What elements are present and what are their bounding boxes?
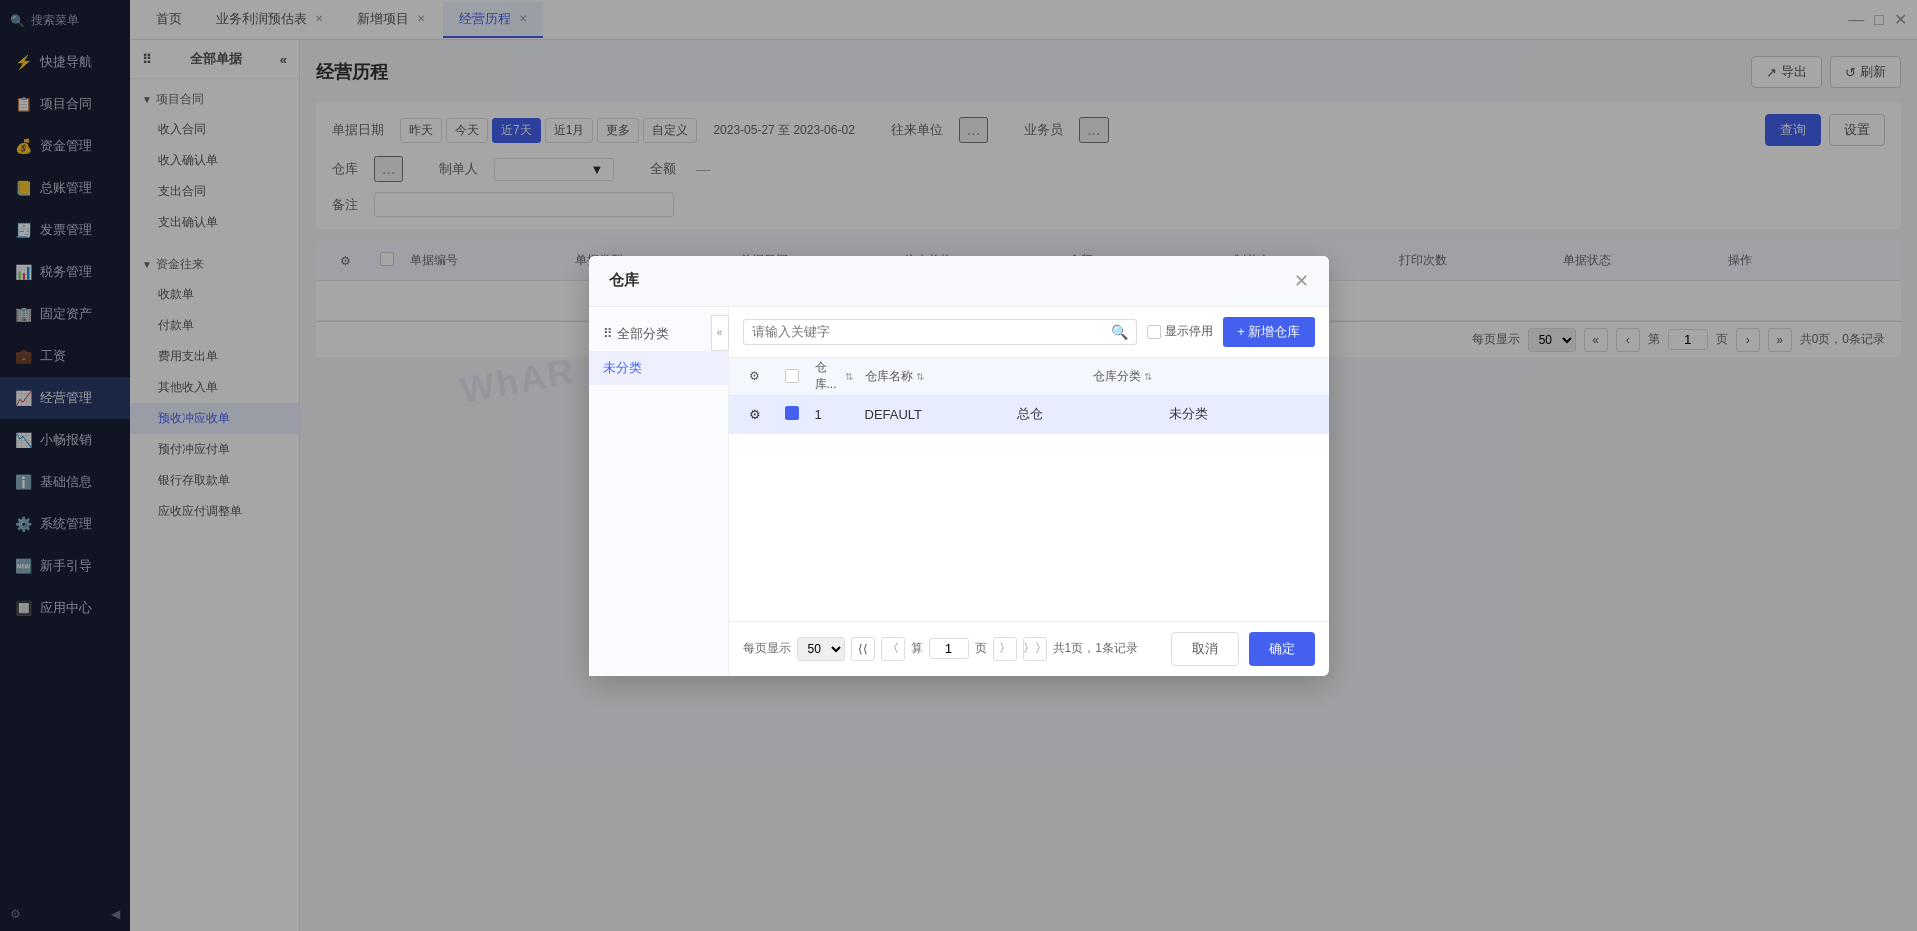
modal-panel-collapse-btn[interactable]: « [711,315,729,351]
modal-last-page-btn[interactable]: 〉〉 [1023,637,1047,661]
modal-col-no-header: 仓库... ⇅ [809,359,859,393]
modal-toolbar: 🔍 显示停用 + 新增仓库 [729,307,1329,358]
grid-icon: ⠿ [603,326,613,341]
modal-header: 仓库 ✕ [589,256,1329,307]
modal-table: ⚙ 仓库... ⇅ 仓库名称 ⇅ 仓库分类 ⇅ [729,358,1329,621]
modal-body: ⠿ 全部分类 未分类 « 🔍 显示停用 + 新增仓库 [589,307,1329,676]
row-checkbox[interactable] [785,406,799,420]
settings-icon: ⚙ [749,369,760,383]
modal-col-category-header: 仓库分类 ⇅ [1087,368,1315,385]
modal-close-btn[interactable]: ✕ [1294,270,1309,292]
sort-category-icon: ⇅ [1144,371,1152,382]
modal-prev-page-btn[interactable]: 〈 [881,637,905,661]
row-settings-icon: ⚙ [749,407,761,422]
modal-search-icon: 🔍 [1111,324,1128,340]
modal-confirm-btn[interactable]: 确定 [1249,632,1315,666]
modal-left-panel: ⠿ 全部分类 未分类 « [589,307,729,676]
modal-page-suffix: 页 [975,640,987,657]
modal-search-wrap: 🔍 [743,319,1138,345]
modal-per-page-label: 每页显示 [743,640,791,657]
modal-row-code: DEFAULT [859,407,1011,422]
modal-per-page-select[interactable]: 50 [797,637,845,661]
modal-footer: 每页显示 50 ⟨⟨ 〈 算 页 〉 〉〉 共1页，1条记录 取消 确定 [729,621,1329,676]
modal-page-label: 算 [911,640,923,657]
modal-row-name: 总仓 [1011,405,1163,423]
sort-name-icon: ⇅ [916,371,924,382]
show-disabled-wrap: 显示停用 [1147,323,1213,340]
modal-col-check-header [779,369,809,383]
modal-row-settings: ⚙ [743,407,779,422]
modal-row-no: 1 [809,407,859,422]
modal-col-name-header: 仓库名称 ⇅ [859,368,1087,385]
modal-row-category: 未分类 [1163,405,1315,423]
sort-no-icon: ⇅ [845,371,853,382]
modal-table-header: ⚙ 仓库... ⇅ 仓库名称 ⇅ 仓库分类 ⇅ [729,358,1329,396]
show-disabled-checkbox[interactable] [1147,325,1161,339]
show-disabled-label: 显示停用 [1165,323,1213,340]
modal-all-category[interactable]: ⠿ 全部分类 [589,317,728,351]
modal-search-input[interactable] [752,324,1112,339]
modal-total-text: 共1页，1条记录 [1053,640,1138,657]
modal-page-input[interactable] [929,638,969,659]
modal-title: 仓库 [609,271,639,290]
modal-pagination: 每页显示 50 ⟨⟨ 〈 算 页 〉 〉〉 共1页，1条记录 [743,637,1138,661]
modal-first-page-btn[interactable]: ⟨⟨ [851,637,875,661]
modal-next-page-btn[interactable]: 〉 [993,637,1017,661]
modal-row-check [779,406,809,423]
warehouse-modal: 仓库 ✕ ⠿ 全部分类 未分类 « 🔍 显示 [589,256,1329,676]
modal-category-unclassified[interactable]: 未分类 [589,351,728,385]
modal-table-row[interactable]: ⚙ 1 DEFAULT 总仓 未分类 [729,396,1329,434]
modal-action-buttons: 取消 确定 [1171,632,1315,666]
add-warehouse-btn[interactable]: + 新增仓库 [1223,317,1314,347]
modal-cancel-btn[interactable]: 取消 [1171,632,1239,666]
modal-col-settings-header: ⚙ [743,369,779,383]
modal-right-panel: 🔍 显示停用 + 新增仓库 ⚙ 仓库.. [729,307,1329,676]
modal-select-all[interactable] [785,369,799,383]
